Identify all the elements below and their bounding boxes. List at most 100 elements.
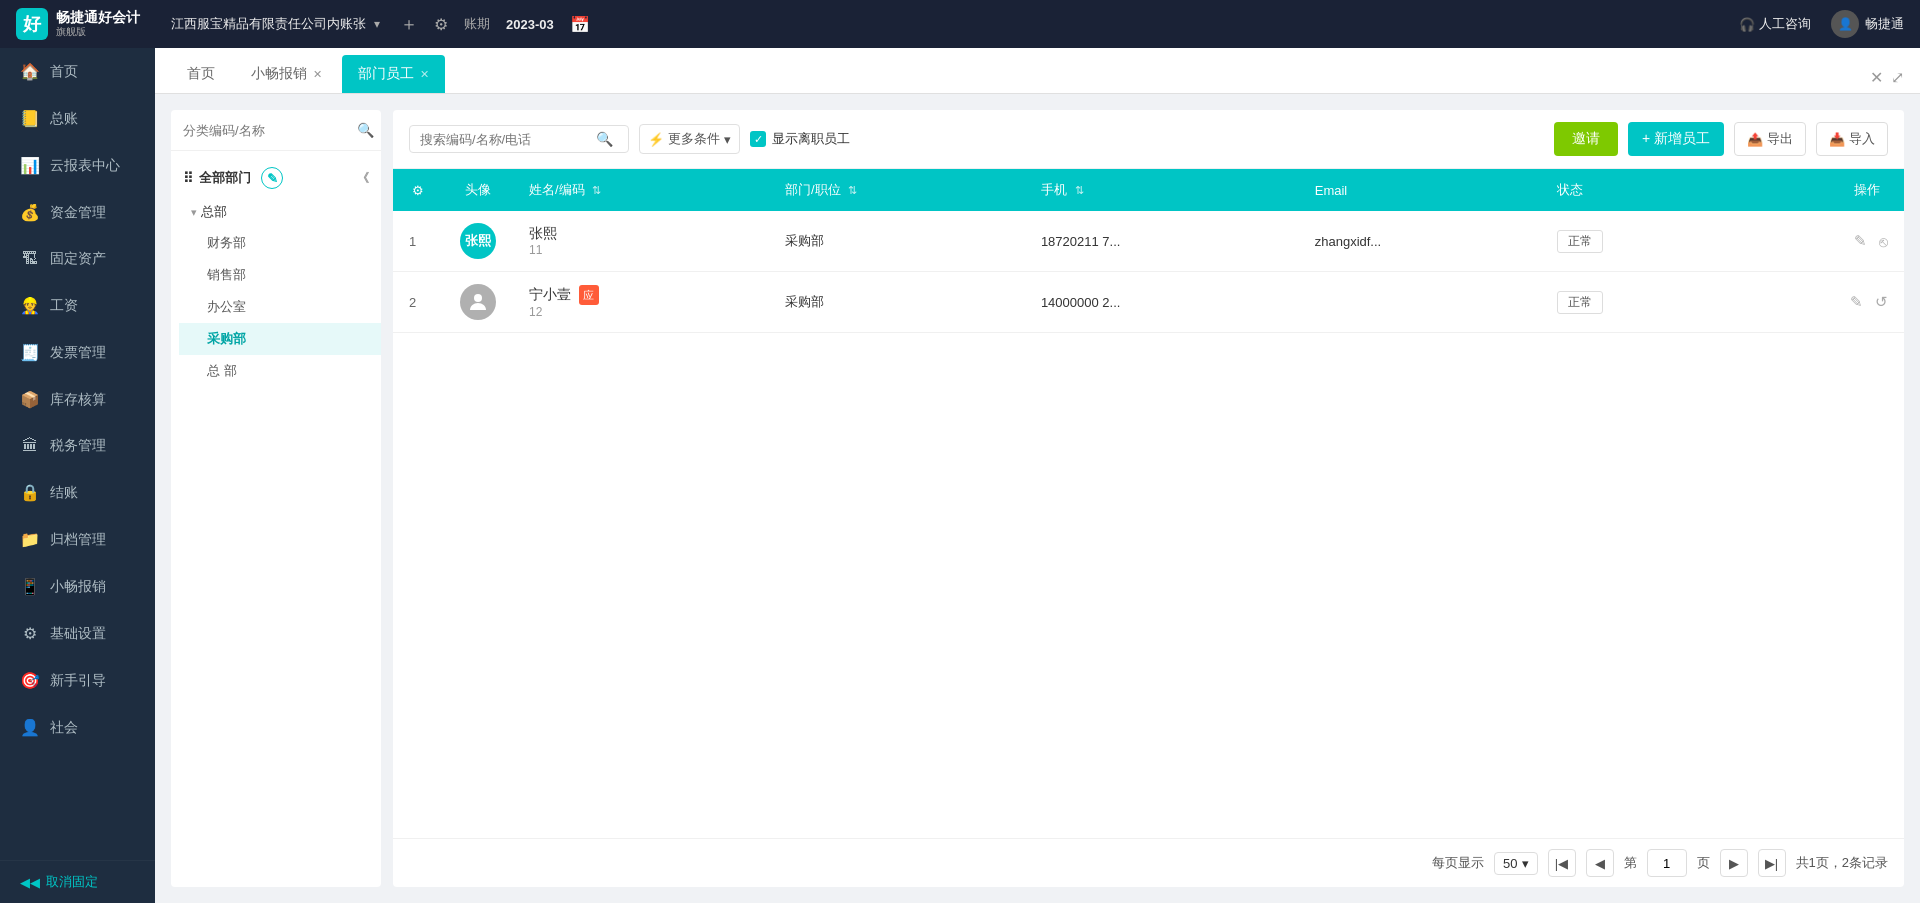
dept-panel: 🔍 ⠿ 全部部门 ✎ 《 ▾ 总部 财务部 xyxy=(171,110,381,887)
edit-employee-icon[interactable]: ✎ xyxy=(1854,232,1867,250)
prev-page-button[interactable]: ◀ xyxy=(1586,849,1614,877)
export-button[interactable]: 📤 导出 xyxy=(1734,122,1806,156)
sidebar-item-expense[interactable]: 📱 小畅报销 xyxy=(0,563,155,610)
sidebar-item-fixed-assets[interactable]: 🏗 固定资产 xyxy=(0,236,155,282)
row-status: 正常 xyxy=(1541,211,1733,272)
last-page-button[interactable]: ▶| xyxy=(1758,849,1786,877)
dept-finance[interactable]: 财务部 xyxy=(179,227,381,259)
col-name[interactable]: 姓名/编码 ⇅ xyxy=(513,169,769,211)
add-icon[interactable]: ＋ xyxy=(400,12,418,36)
sidebar-item-tax[interactable]: 🏛 税务管理 xyxy=(0,423,155,469)
close-window-icon[interactable]: ✕ xyxy=(1870,68,1883,87)
more-filter-button[interactable]: ⚡ 更多条件 ▾ xyxy=(639,124,740,154)
closing-icon: 🔒 xyxy=(20,483,40,502)
row-num: 1 xyxy=(393,211,443,272)
reports-icon: 📊 xyxy=(20,156,40,175)
sidebar-item-guide[interactable]: 🎯 新手引导 xyxy=(0,657,155,704)
company-selector[interactable]: 江西服宝精品有限责任公司内账张 ▾ xyxy=(171,15,380,33)
per-page-select[interactable]: 50 ▾ xyxy=(1494,852,1537,875)
checkbox-resigned[interactable]: ✓ xyxy=(750,131,766,147)
close-expense-tab-icon[interactable]: ✕ xyxy=(313,68,322,81)
dept-search-icon[interactable]: 🔍 xyxy=(357,122,374,138)
content-area: 首页 小畅报销 ✕ 部门员工 ✕ ✕ ⤢ 🔍 xyxy=(155,48,1920,903)
page-content: 🔍 ⠿ 全部部门 ✎ 《 ▾ 总部 财务部 xyxy=(155,94,1920,903)
dept-sales[interactable]: 销售部 xyxy=(179,259,381,291)
dept-purchasing[interactable]: 采购部 xyxy=(179,323,381,355)
pin-icon: ◀◀ xyxy=(20,875,40,890)
dept-search-input[interactable] xyxy=(183,123,351,138)
sidebar-label-social: 社会 xyxy=(50,719,78,737)
app-name: 畅捷通好会计 xyxy=(56,9,140,26)
main-layout: 🏠 首页 📒 总账 📊 云报表中心 💰 资金管理 🏗 固定资产 👷 工资 🧾 发… xyxy=(0,48,1920,903)
dept-office[interactable]: 办公室 xyxy=(179,291,381,323)
sidebar-item-home[interactable]: 🏠 首页 xyxy=(0,48,155,95)
sidebar-item-closing[interactable]: 🔒 结账 xyxy=(0,469,155,516)
dept-group-headquarters: ▾ 总部 财务部 销售部 办公室 采购部 总 部 xyxy=(171,197,381,387)
close-dept-tab-icon[interactable]: ✕ xyxy=(420,68,429,81)
unpin-button[interactable]: ◀◀ 取消固定 xyxy=(0,860,155,903)
show-resigned-toggle[interactable]: ✓ 显示离职员工 xyxy=(750,130,850,148)
chevron-down-icon: ▾ xyxy=(374,17,380,31)
employee-code: 11 xyxy=(529,243,753,257)
ops-icons: ✎ ↺ xyxy=(1748,293,1888,311)
invite-button[interactable]: 邀请 xyxy=(1554,122,1618,156)
sidebar-label-fixed-assets: 固定资产 xyxy=(50,250,106,268)
first-page-button[interactable]: |◀ xyxy=(1548,849,1576,877)
row-avatar xyxy=(443,272,513,333)
user-info[interactable]: 👤 畅捷通 xyxy=(1831,10,1904,38)
tab-expense[interactable]: 小畅报销 ✕ xyxy=(235,55,338,93)
edit-employee-icon[interactable]: ✎ xyxy=(1850,293,1863,311)
add-employee-button[interactable]: + 新增员工 xyxy=(1628,122,1724,156)
next-page-button[interactable]: ▶ xyxy=(1720,849,1748,877)
sidebar-item-inventory[interactable]: 📦 库存核算 xyxy=(0,376,155,423)
sidebar-item-reports[interactable]: 📊 云报表中心 xyxy=(0,142,155,189)
row-ops: ✎ ⎋ xyxy=(1732,211,1904,272)
sidebar-item-archive[interactable]: 📁 归档管理 xyxy=(0,516,155,563)
dept-search-area: 🔍 xyxy=(171,110,381,151)
page-number-input[interactable] xyxy=(1647,849,1687,877)
col-settings[interactable]: ⚙ xyxy=(393,169,443,211)
employee-table: ⚙ 头像 姓名/编码 ⇅ 部门/职位 ⇅ 手机 ⇅ Email 状态 操作 xyxy=(393,169,1904,838)
calendar-icon[interactable]: 📅 xyxy=(570,15,590,34)
col-phone[interactable]: 手机 ⇅ xyxy=(1025,169,1299,211)
employee-name: 宁小壹 应 xyxy=(529,285,753,305)
dept-group-title-headquarters[interactable]: ▾ 总部 xyxy=(179,197,381,227)
pin-label: 取消固定 xyxy=(46,873,98,891)
tab-dept-employee[interactable]: 部门员工 ✕ xyxy=(342,55,445,93)
employee-search-icon[interactable]: 🔍 xyxy=(596,131,613,147)
sidebar-item-salary[interactable]: 👷 工资 xyxy=(0,282,155,329)
dept-group-label: 总部 xyxy=(201,203,227,221)
employee-search-input[interactable] xyxy=(420,132,590,147)
service-label: 人工咨询 xyxy=(1759,15,1811,33)
sidebar-item-funds[interactable]: 💰 资金管理 xyxy=(0,189,155,236)
pagination-bar: 每页显示 50 ▾ |◀ ◀ 第 页 ▶ ▶| 共1页，2条记录 xyxy=(393,838,1904,887)
sidebar-item-settings[interactable]: ⚙ 基础设置 xyxy=(0,610,155,657)
delete-employee-icon[interactable]: ↺ xyxy=(1875,293,1888,311)
sidebar-item-ledger[interactable]: 📒 总账 xyxy=(0,95,155,142)
tab-home[interactable]: 首页 xyxy=(171,55,231,93)
logo: 好 畅捷通好会计 旗舰版 xyxy=(16,8,171,40)
logout-employee-icon[interactable]: ⎋ xyxy=(1879,233,1888,250)
dept-hq[interactable]: 总 部 xyxy=(179,355,381,387)
import-button[interactable]: 📥 导入 xyxy=(1816,122,1888,156)
sidebar-item-social[interactable]: 👤 社会 xyxy=(0,704,155,751)
service-button[interactable]: 🎧 人工咨询 xyxy=(1739,15,1811,33)
all-dept-item[interactable]: ⠿ 全部部门 ✎ 《 xyxy=(171,159,381,197)
settings-icon[interactable]: ⚙ xyxy=(434,15,448,34)
sidebar-label-funds: 资金管理 xyxy=(50,204,106,222)
sidebar-label-closing: 结账 xyxy=(50,484,78,502)
total-label: 共1页，2条记录 xyxy=(1796,854,1888,872)
tab-expense-label: 小畅报销 xyxy=(251,65,307,83)
avatar: 张熙 xyxy=(460,223,496,259)
edit-dept-icon[interactable]: ✎ xyxy=(261,167,283,189)
per-page-label: 每页显示 xyxy=(1432,854,1484,872)
collapse-dept-icon[interactable]: 《 xyxy=(357,170,369,187)
app-edition: 旗舰版 xyxy=(56,25,140,39)
sidebar-item-invoice[interactable]: 🧾 发票管理 xyxy=(0,329,155,376)
status-badge: 正常 xyxy=(1557,230,1603,253)
row-num: 2 xyxy=(393,272,443,333)
maximize-icon[interactable]: ⤢ xyxy=(1891,68,1904,87)
sidebar-label-archive: 归档管理 xyxy=(50,531,106,549)
col-dept[interactable]: 部门/职位 ⇅ xyxy=(769,169,1025,211)
dept-list: ⠿ 全部部门 ✎ 《 ▾ 总部 财务部 销售部 办公室 采购部 xyxy=(171,151,381,887)
